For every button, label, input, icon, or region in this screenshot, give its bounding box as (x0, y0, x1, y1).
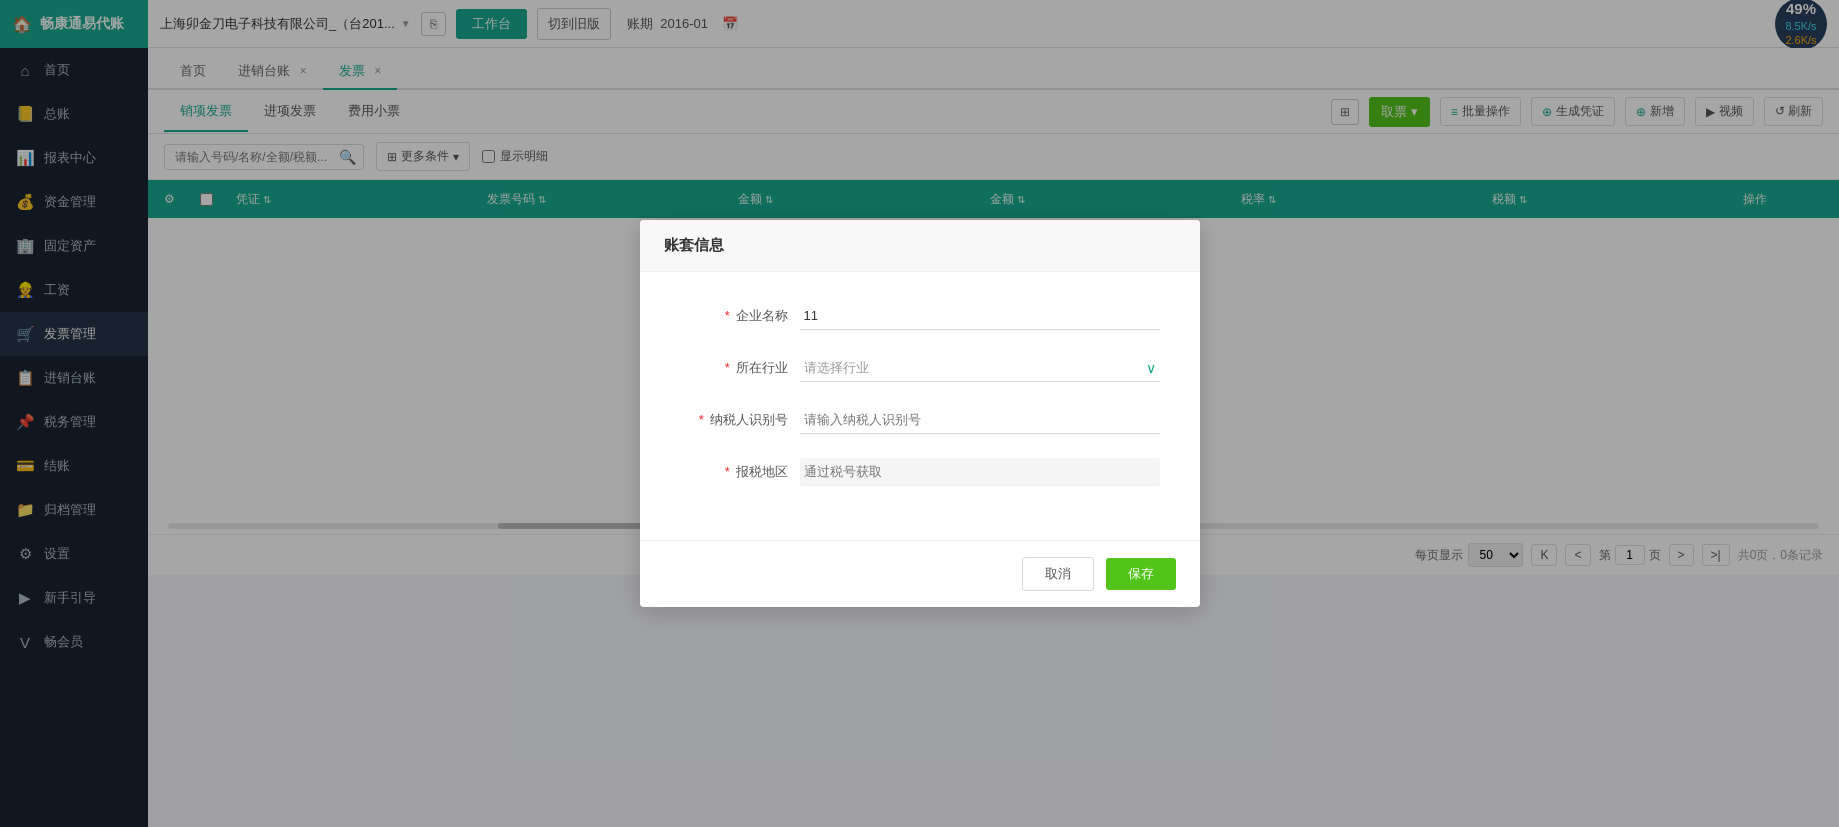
tax-region-input (800, 458, 1160, 486)
industry-select[interactable]: 请选择行业 (800, 354, 1160, 382)
form-row-industry: * 所在行业 请选择行业 ∨ (680, 354, 1160, 382)
company-name-control (800, 302, 1160, 330)
required-star-tax: * (699, 412, 704, 427)
company-name-input[interactable] (800, 302, 1160, 330)
dialog: 账套信息 * 企业名称 * 所在行业 (640, 220, 1200, 607)
tax-id-control (800, 406, 1160, 434)
industry-label: * 所在行业 (680, 359, 800, 377)
dialog-footer: 取消 保存 (640, 540, 1200, 607)
company-name-label: * 企业名称 (680, 307, 800, 325)
industry-select-wrap: 请选择行业 ∨ (800, 354, 1160, 382)
modal-overlay[interactable]: 账套信息 * 企业名称 * 所在行业 (0, 0, 1839, 827)
tax-id-input[interactable] (800, 406, 1160, 434)
save-button[interactable]: 保存 (1106, 558, 1176, 590)
required-star-region: * (725, 464, 730, 479)
dialog-body: * 企业名称 * 所在行业 请选择行业 ∨ (640, 272, 1200, 540)
tax-region-control (800, 458, 1160, 486)
tax-region-label: * 报税地区 (680, 463, 800, 481)
dialog-title: 账套信息 (664, 236, 724, 253)
industry-control: 请选择行业 ∨ (800, 354, 1160, 382)
required-star-industry: * (725, 360, 730, 375)
form-row-company: * 企业名称 (680, 302, 1160, 330)
form-row-tax-region: * 报税地区 (680, 458, 1160, 486)
form-row-tax-id: * 纳税人识别号 (680, 406, 1160, 434)
required-star: * (725, 308, 730, 323)
tax-id-label: * 纳税人识别号 (680, 411, 800, 429)
dialog-header: 账套信息 (640, 220, 1200, 272)
cancel-button[interactable]: 取消 (1022, 557, 1094, 591)
